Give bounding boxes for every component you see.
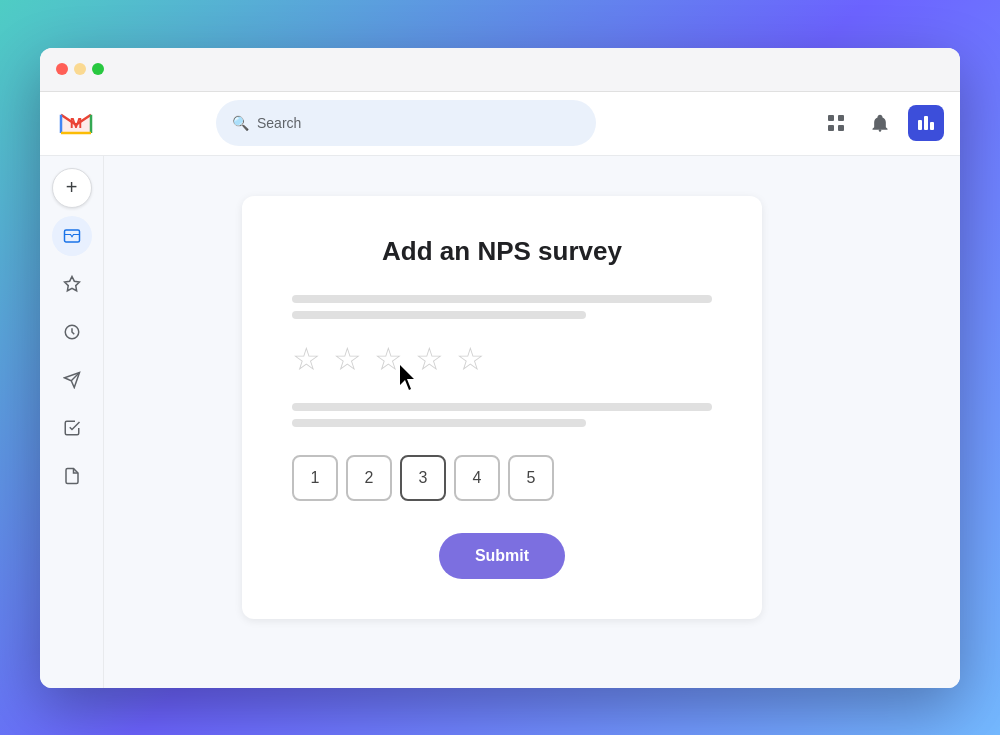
bell-icon[interactable] (864, 107, 896, 139)
main-area: + (40, 156, 960, 688)
number-2[interactable]: 2 (346, 455, 392, 501)
search-icon: 🔍 (232, 115, 249, 131)
number-5[interactable]: 5 (508, 455, 554, 501)
submit-button[interactable]: Submit (439, 533, 565, 579)
star-3[interactable]: ☆ (374, 343, 403, 375)
star-2[interactable]: ☆ (333, 343, 362, 375)
grid-icon[interactable] (820, 107, 852, 139)
minimize-button[interactable] (74, 63, 86, 75)
svg-rect-8 (838, 125, 844, 131)
sidebar-item-inbox[interactable] (52, 216, 92, 256)
gmail-logo: M (56, 103, 96, 143)
number-1[interactable]: 1 (292, 455, 338, 501)
number-4[interactable]: 4 (454, 455, 500, 501)
sidebar-item-drafts[interactable] (52, 408, 92, 448)
sidebar-item-more[interactable] (52, 456, 92, 496)
app-avatar[interactable] (908, 105, 944, 141)
right-column (900, 156, 960, 688)
header-icons (820, 105, 944, 141)
star-1[interactable]: ☆ (292, 343, 321, 375)
star-5[interactable]: ☆ (456, 343, 485, 375)
sidebar-item-snoozed[interactable] (52, 312, 92, 352)
survey-placeholder-lines-1 (292, 295, 712, 319)
placeholder-line-4 (292, 419, 586, 427)
svg-rect-5 (828, 115, 834, 121)
placeholder-line-3 (292, 403, 712, 411)
sidebar-item-starred[interactable] (52, 264, 92, 304)
sidebar: + (40, 156, 104, 688)
app-icon-bars (918, 116, 934, 130)
star-4[interactable]: ☆ (415, 343, 444, 375)
title-bar (40, 48, 960, 92)
maximize-button[interactable] (92, 63, 104, 75)
sidebar-item-sent[interactable] (52, 360, 92, 400)
search-label: Search (257, 115, 301, 131)
search-bar[interactable]: 🔍 Search (216, 100, 596, 146)
traffic-lights (56, 63, 104, 75)
svg-marker-11 (64, 276, 79, 290)
gmail-header: M 🔍 Search (40, 92, 960, 156)
placeholder-line-2 (292, 311, 586, 319)
survey-placeholder-lines-2 (292, 403, 712, 427)
placeholder-line-1 (292, 295, 712, 303)
browser-window: M 🔍 Search (40, 48, 960, 688)
svg-rect-7 (828, 125, 834, 131)
svg-point-9 (879, 129, 882, 132)
close-button[interactable] (56, 63, 68, 75)
content-area: Add an NPS survey ☆ ☆ ☆ ☆ ☆ (104, 156, 900, 688)
survey-card: Add an NPS survey ☆ ☆ ☆ ☆ ☆ (242, 196, 762, 619)
number-row: 1 2 3 4 5 (292, 455, 712, 501)
number-3[interactable]: 3 (400, 455, 446, 501)
compose-button[interactable]: + (52, 168, 92, 208)
stars-row[interactable]: ☆ ☆ ☆ ☆ ☆ (292, 343, 712, 375)
svg-rect-6 (838, 115, 844, 121)
svg-text:M: M (70, 114, 83, 131)
survey-title: Add an NPS survey (292, 236, 712, 267)
